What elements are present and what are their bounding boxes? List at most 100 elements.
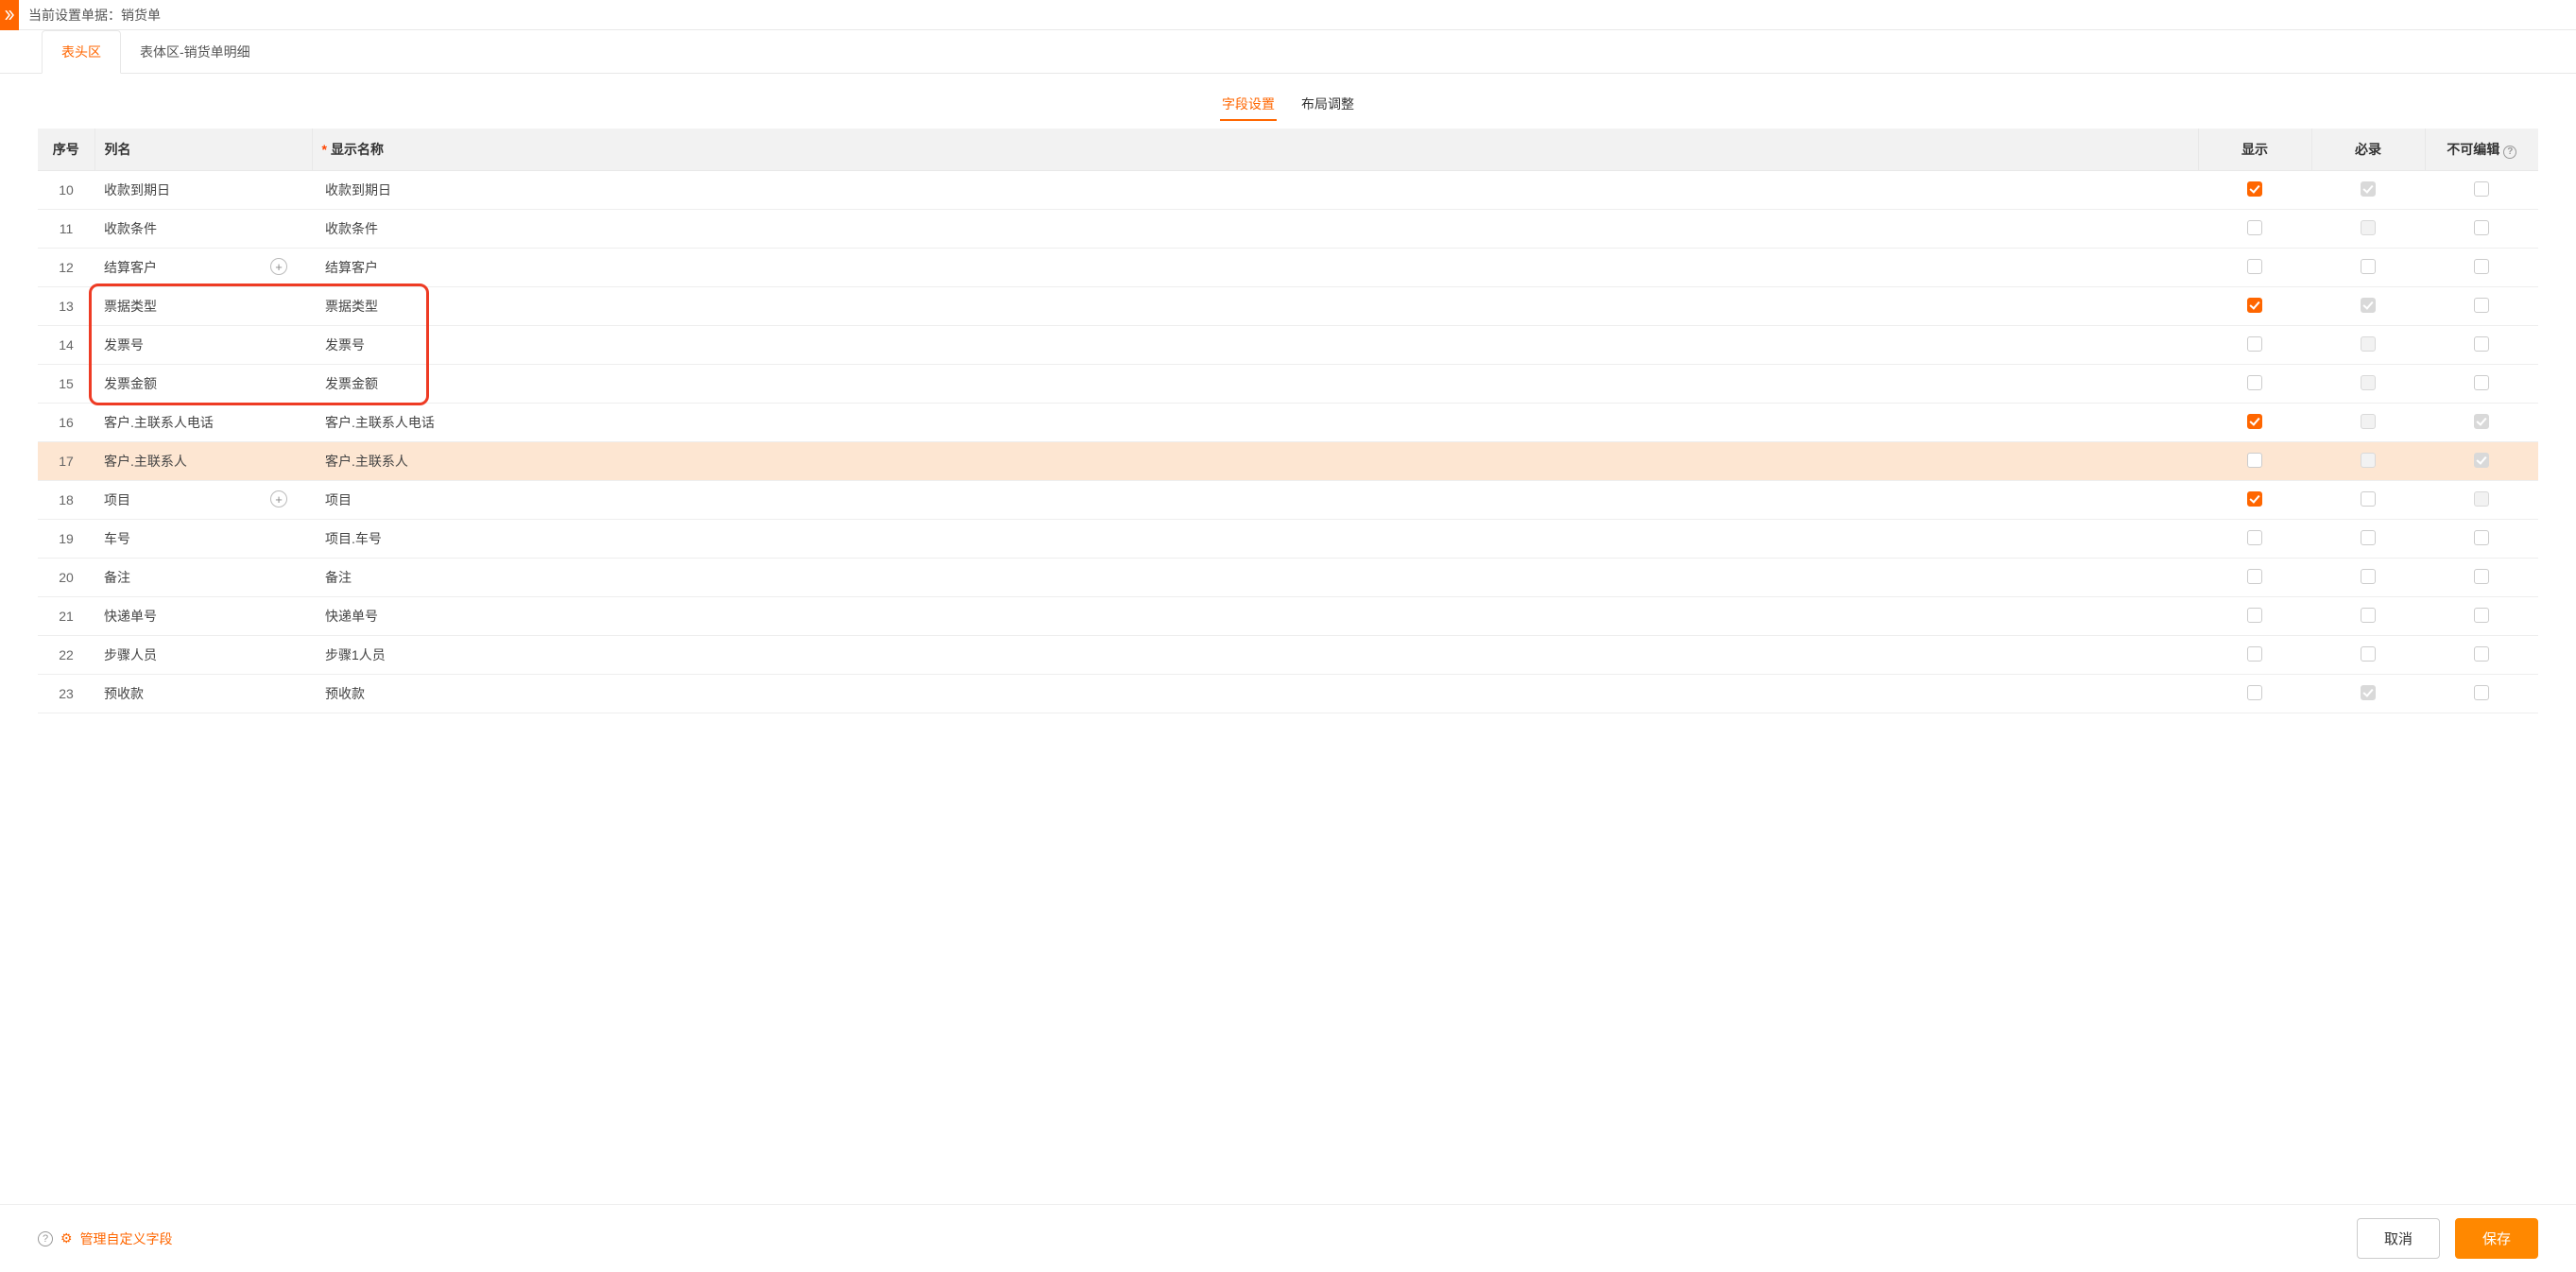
cell-display-name[interactable]: 项目.车号 [312,520,2198,559]
checkbox-show[interactable] [2247,685,2262,700]
checkbox-readonly[interactable] [2474,530,2489,545]
cell-display-name[interactable]: 项目 [312,481,2198,520]
checkbox-show[interactable] [2247,530,2262,545]
cell-display-name[interactable]: 收款条件 [312,210,2198,249]
cell-readonly [2425,365,2538,404]
checkbox-show[interactable] [2247,220,2262,235]
checkbox-show[interactable] [2247,646,2262,662]
checkbox-readonly [2474,453,2489,468]
checkbox-show[interactable] [2247,259,2262,274]
cell-display-name[interactable]: 发票号 [312,326,2198,365]
table-container: 序号 列名 *显示名称 显示 必录 不可编辑? 10收款到期日收款到期日11收款… [0,129,2576,1204]
checkbox-required[interactable] [2361,646,2376,662]
checkbox-required[interactable] [2361,530,2376,545]
current-doc-label: 当前设置单据：销货单 [19,6,161,25]
checkbox-readonly[interactable] [2474,608,2489,623]
checkbox-show[interactable] [2247,569,2262,584]
cell-readonly [2425,636,2538,675]
checkbox-show[interactable] [2247,491,2262,507]
checkbox-readonly[interactable] [2474,336,2489,352]
cell-seq: 23 [38,675,94,713]
checkbox-readonly[interactable] [2474,181,2489,197]
cancel-button[interactable]: 取消 [2357,1218,2440,1259]
checkbox-readonly[interactable] [2474,569,2489,584]
checkbox-show[interactable] [2247,181,2262,197]
cell-show [2198,675,2311,713]
cell-seq: 12 [38,249,94,287]
th-show: 显示 [2198,129,2311,171]
cell-seq: 14 [38,326,94,365]
cell-show [2198,210,2311,249]
checkbox-readonly[interactable] [2474,298,2489,313]
cell-display-name[interactable]: 客户.主联系人 [312,442,2198,481]
checkbox-readonly[interactable] [2474,220,2489,235]
cell-display-name[interactable]: 结算客户 [312,249,2198,287]
checkbox-readonly[interactable] [2474,259,2489,274]
primary-tabs: 表头区表体区-销货单明细 [0,30,2576,74]
tab-0[interactable]: 表头区 [42,30,121,74]
help-icon[interactable]: ? [38,1231,53,1246]
cell-display-name[interactable]: 快递单号 [312,597,2198,636]
cell-display-name[interactable]: 发票金额 [312,365,2198,404]
table-row: 22步骤人员步骤1人员 [38,636,2538,675]
cell-seq: 17 [38,442,94,481]
add-icon[interactable]: + [270,258,287,275]
cell-readonly [2425,442,2538,481]
cell-display-name[interactable]: 票据类型 [312,287,2198,326]
table-row: 16客户.主联系人电话客户.主联系人电话 [38,404,2538,442]
cell-required [2311,481,2425,520]
checkbox-show[interactable] [2247,375,2262,390]
collapse-toggle[interactable] [0,0,19,30]
cell-display-name[interactable]: 预收款 [312,675,2198,713]
cell-display-name[interactable]: 步骤1人员 [312,636,2198,675]
cell-col-name: 车号 [94,520,312,559]
cell-show [2198,520,2311,559]
cell-col-name: 结算客户+ [94,249,312,287]
subtab-1[interactable]: 布局调整 [1299,89,1356,121]
th-seq: 序号 [38,129,94,171]
cell-readonly [2425,559,2538,597]
footer-left: ? ⚙ 管理自定义字段 [38,1229,173,1248]
cell-col-name: 票据类型 [94,287,312,326]
checkbox-show[interactable] [2247,453,2262,468]
checkbox-readonly[interactable] [2474,375,2489,390]
cell-seq: 13 [38,287,94,326]
checkbox-show[interactable] [2247,414,2262,429]
checkbox-show[interactable] [2247,608,2262,623]
checkbox-required[interactable] [2361,569,2376,584]
required-star-icon: * [322,142,327,157]
cell-readonly [2425,210,2538,249]
th-col-name: 列名 [94,129,312,171]
table-row: 12结算客户+结算客户 [38,249,2538,287]
th-readonly: 不可编辑? [2425,129,2538,171]
cell-required [2311,326,2425,365]
checkbox-show[interactable] [2247,298,2262,313]
checkbox-required[interactable] [2361,608,2376,623]
cell-col-name: 发票号 [94,326,312,365]
footer-right: 取消 保存 [2357,1218,2538,1259]
add-icon[interactable]: + [270,490,287,507]
cell-display-name[interactable]: 客户.主联系人电话 [312,404,2198,442]
chevron-right-icon [5,10,14,20]
cell-readonly [2425,675,2538,713]
checkbox-required[interactable] [2361,259,2376,274]
subtab-0[interactable]: 字段设置 [1220,89,1277,121]
checkbox-readonly[interactable] [2474,685,2489,700]
cell-seq: 22 [38,636,94,675]
cell-display-name[interactable]: 收款到期日 [312,171,2198,210]
checkbox-required [2361,414,2376,429]
checkbox-show[interactable] [2247,336,2262,352]
cell-col-name: 步骤人员 [94,636,312,675]
field-settings-table: 序号 列名 *显示名称 显示 必录 不可编辑? 10收款到期日收款到期日11收款… [38,129,2538,713]
table-row: 14发票号发票号 [38,326,2538,365]
checkbox-required[interactable] [2361,491,2376,507]
cell-display-name[interactable]: 备注 [312,559,2198,597]
save-button[interactable]: 保存 [2455,1218,2538,1259]
table-row: 18项目+项目 [38,481,2538,520]
tab-1[interactable]: 表体区-销货单明细 [121,31,269,73]
manage-custom-fields-link[interactable]: 管理自定义字段 [80,1229,173,1248]
cell-required [2311,442,2425,481]
checkbox-readonly[interactable] [2474,646,2489,662]
help-icon[interactable]: ? [2503,146,2516,159]
cell-required [2311,636,2425,675]
